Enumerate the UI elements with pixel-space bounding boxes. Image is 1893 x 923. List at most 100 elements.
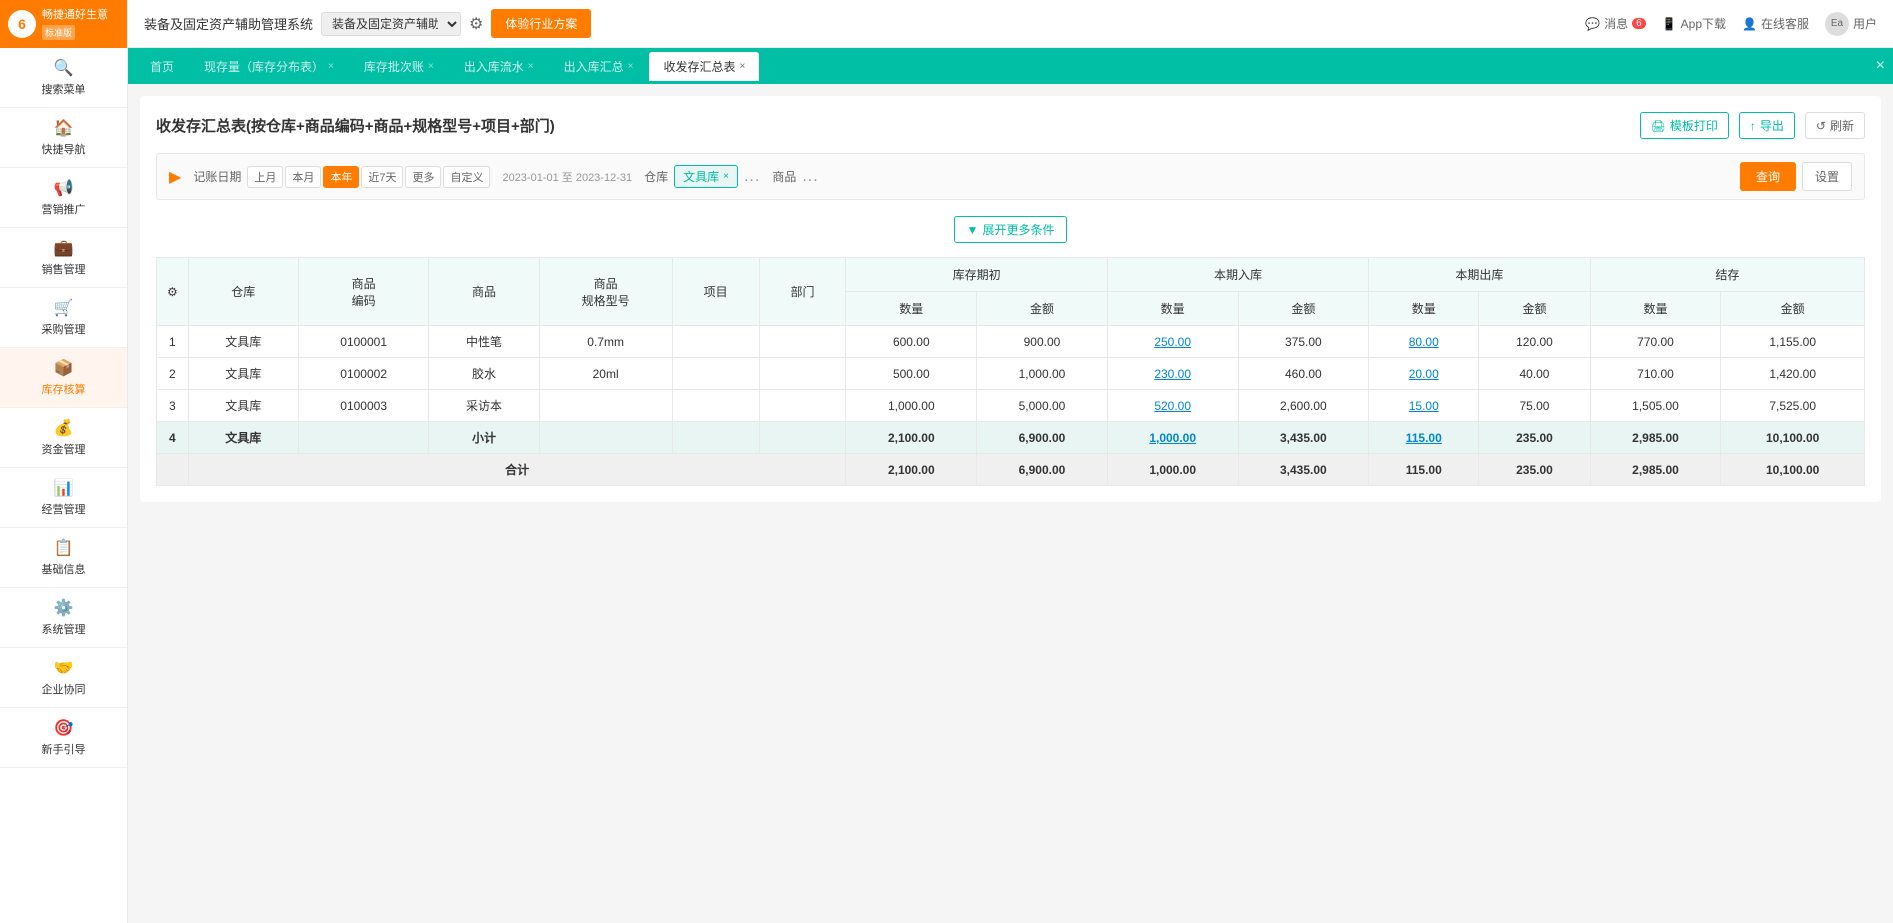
app-download-item[interactable]: 📱 App下载 [1662, 15, 1726, 32]
user-item[interactable]: Ea 用户 [1825, 12, 1877, 36]
sidebar-item-quick-nav[interactable]: 🏠快捷导航 [0, 108, 127, 168]
export-btn[interactable]: ↑ 导出 [1739, 112, 1795, 139]
sidebar-item-finance[interactable]: 💰资金管理 [0, 408, 127, 468]
row-name: 胶水 [429, 358, 539, 390]
date-btn-自定义[interactable]: 自定义 [443, 166, 490, 188]
row-in-qty[interactable]: 230.00 [1107, 358, 1238, 390]
col-settings-icon[interactable]: ⚙ [157, 258, 189, 326]
row-init-amt: 900.00 [977, 326, 1108, 358]
row-out-qty[interactable]: 115.00 [1369, 422, 1479, 454]
row-dept [759, 422, 846, 454]
sidebar-item-beginner[interactable]: 🎯新手引导 [0, 708, 127, 768]
settings-icon[interactable]: ⚙ [469, 14, 483, 34]
sidebar-label-beginner: 新手引导 [42, 741, 86, 757]
goods-more[interactable]: ... [802, 168, 818, 186]
sidebar-item-system[interactable]: ⚙️系统管理 [0, 588, 127, 648]
tab-inout-summary[interactable]: 出入库汇总 × [550, 52, 648, 81]
sidebar-label-search: 搜索菜单 [42, 81, 86, 97]
date-btn-近7天[interactable]: 近7天 [361, 166, 403, 188]
online-service-item[interactable]: 👤 在线客服 [1742, 15, 1809, 32]
tab-batch-ledger[interactable]: 库存批次账 × [350, 52, 448, 81]
sidebar-item-sales[interactable]: 💼 销售管理 [0, 228, 127, 288]
experience-btn[interactable]: 体验行业方案 [491, 9, 591, 38]
tab-close-recv-send-summary[interactable]: × [739, 61, 745, 72]
row-warehouse: 文具库 [188, 326, 298, 358]
row-code: 0100001 [298, 326, 429, 358]
row-dept [759, 326, 846, 358]
tabs-close-all[interactable]: × [1876, 57, 1885, 75]
row-in-qty[interactable]: 1,000.00 [1107, 422, 1238, 454]
warehouse-tag-close[interactable]: × [723, 171, 729, 182]
row-in-amt: 460.00 [1238, 358, 1369, 390]
row-project [672, 326, 759, 358]
row-in-amt: 3,435.00 [1238, 422, 1369, 454]
row-code: 0100002 [298, 358, 429, 390]
row-init-qty: 500.00 [846, 358, 977, 390]
date-btn-本年[interactable]: 本年 [323, 166, 359, 188]
subhdr-out-qty: 数量 [1369, 292, 1479, 326]
table-row: 3文具库0100003采访本1,000.005,000.00520.002,60… [157, 390, 1865, 422]
sidebar-item-purchase[interactable]: 🛒采购管理 [0, 288, 127, 348]
col-group-in: 本期入库 [1107, 258, 1368, 292]
system-selector[interactable]: 装备及固定资产辅助管理系统 [321, 12, 461, 36]
sidebar-item-inventory[interactable]: 📦库存核算 [0, 348, 127, 408]
sidebar-header: 6 畅捷通好生意 标准版 [0, 0, 127, 48]
footer-in-qty: 1,000.00 [1107, 454, 1238, 486]
date-btn-更多[interactable]: 更多 [405, 166, 441, 188]
date-btn-本月[interactable]: 本月 [285, 166, 321, 188]
tab-recv-send-summary[interactable]: 收发存汇总表 × [649, 52, 759, 81]
row-out-qty[interactable]: 80.00 [1369, 326, 1479, 358]
refresh-btn[interactable]: ↺ 刷新 [1805, 112, 1865, 139]
sidebar-icon-sales: 💼 [54, 238, 74, 258]
col-warehouse: 仓库 [188, 258, 298, 326]
print-btn[interactable]: 🖨 模板打印 [1640, 112, 1729, 139]
sidebar-label-operations: 经营管理 [42, 501, 86, 517]
expand-more-btn[interactable]: ▼ 展开更多条件 [954, 216, 1068, 243]
tab-home[interactable]: 首页 [136, 52, 188, 81]
footer-init-amt: 6,900.00 [977, 454, 1108, 486]
date-btn-上月[interactable]: 上月 [247, 166, 283, 188]
tab-close-inout-flow[interactable]: × [528, 61, 534, 72]
sidebar-label-sales: 销售管理 [42, 261, 86, 277]
print-icon: 🖨 [1651, 119, 1666, 133]
date-filter-label: 记账日期 [193, 168, 241, 185]
tab-inventory-dist[interactable]: 现存量（库存分布表） × [190, 52, 348, 81]
filter-toggle-icon[interactable]: ▶ [169, 167, 181, 187]
avatar: Ea [1825, 12, 1849, 36]
message-item[interactable]: 💬 消息 6 [1585, 15, 1646, 32]
row-in-qty[interactable]: 520.00 [1107, 390, 1238, 422]
refresh-icon: ↺ [1816, 119, 1826, 133]
row-out-amt: 75.00 [1479, 390, 1590, 422]
sidebar-icon-search: 🔍 [54, 58, 74, 78]
col-name: 商品 [429, 258, 539, 326]
row-bal-amt: 7,525.00 [1721, 390, 1865, 422]
footer-init-qty: 2,100.00 [846, 454, 977, 486]
subhdr-bal-amt: 金额 [1721, 292, 1865, 326]
col-group-out: 本期出库 [1369, 258, 1590, 292]
col-spec: 商品规格型号 [539, 258, 672, 326]
tab-close-inventory-dist[interactable]: × [328, 61, 334, 72]
tab-close-inout-summary[interactable]: × [628, 61, 634, 72]
set-btn[interactable]: 设置 [1802, 162, 1852, 191]
tab-inout-flow[interactable]: 出入库流水 × [450, 52, 548, 81]
sidebar-item-enterprise[interactable]: 🤝企业协同 [0, 648, 127, 708]
row-spec [539, 422, 672, 454]
sidebar-label-quick-nav: 快捷导航 [42, 141, 86, 157]
warehouse-more[interactable]: ... [744, 168, 760, 186]
data-table: ⚙ 仓库 商品编码 商品 商品规格型号 项目 部门 库存期初 本期入库 本期出库… [156, 257, 1865, 486]
subhdr-init-amt: 金额 [977, 292, 1108, 326]
tab-close-batch-ledger[interactable]: × [428, 61, 434, 72]
sidebar-item-search[interactable]: 🔍 搜索菜单 [0, 48, 127, 108]
row-out-qty[interactable]: 20.00 [1369, 358, 1479, 390]
row-name: 采访本 [429, 390, 539, 422]
tab-label-inout-flow: 出入库流水 [464, 58, 524, 75]
sidebar-item-marketing[interactable]: 📢营销推广 [0, 168, 127, 228]
query-btn[interactable]: 查询 [1740, 162, 1796, 191]
row-in-qty[interactable]: 250.00 [1107, 326, 1238, 358]
row-out-qty[interactable]: 15.00 [1369, 390, 1479, 422]
table-row: 2文具库0100002胶水20ml500.001,000.00230.00460… [157, 358, 1865, 390]
sidebar-item-base-info[interactable]: 📋基础信息 [0, 528, 127, 588]
row-in-amt: 375.00 [1238, 326, 1369, 358]
sidebar-item-operations[interactable]: 📊经营管理 [0, 468, 127, 528]
sidebar-label-base-info: 基础信息 [42, 561, 86, 577]
